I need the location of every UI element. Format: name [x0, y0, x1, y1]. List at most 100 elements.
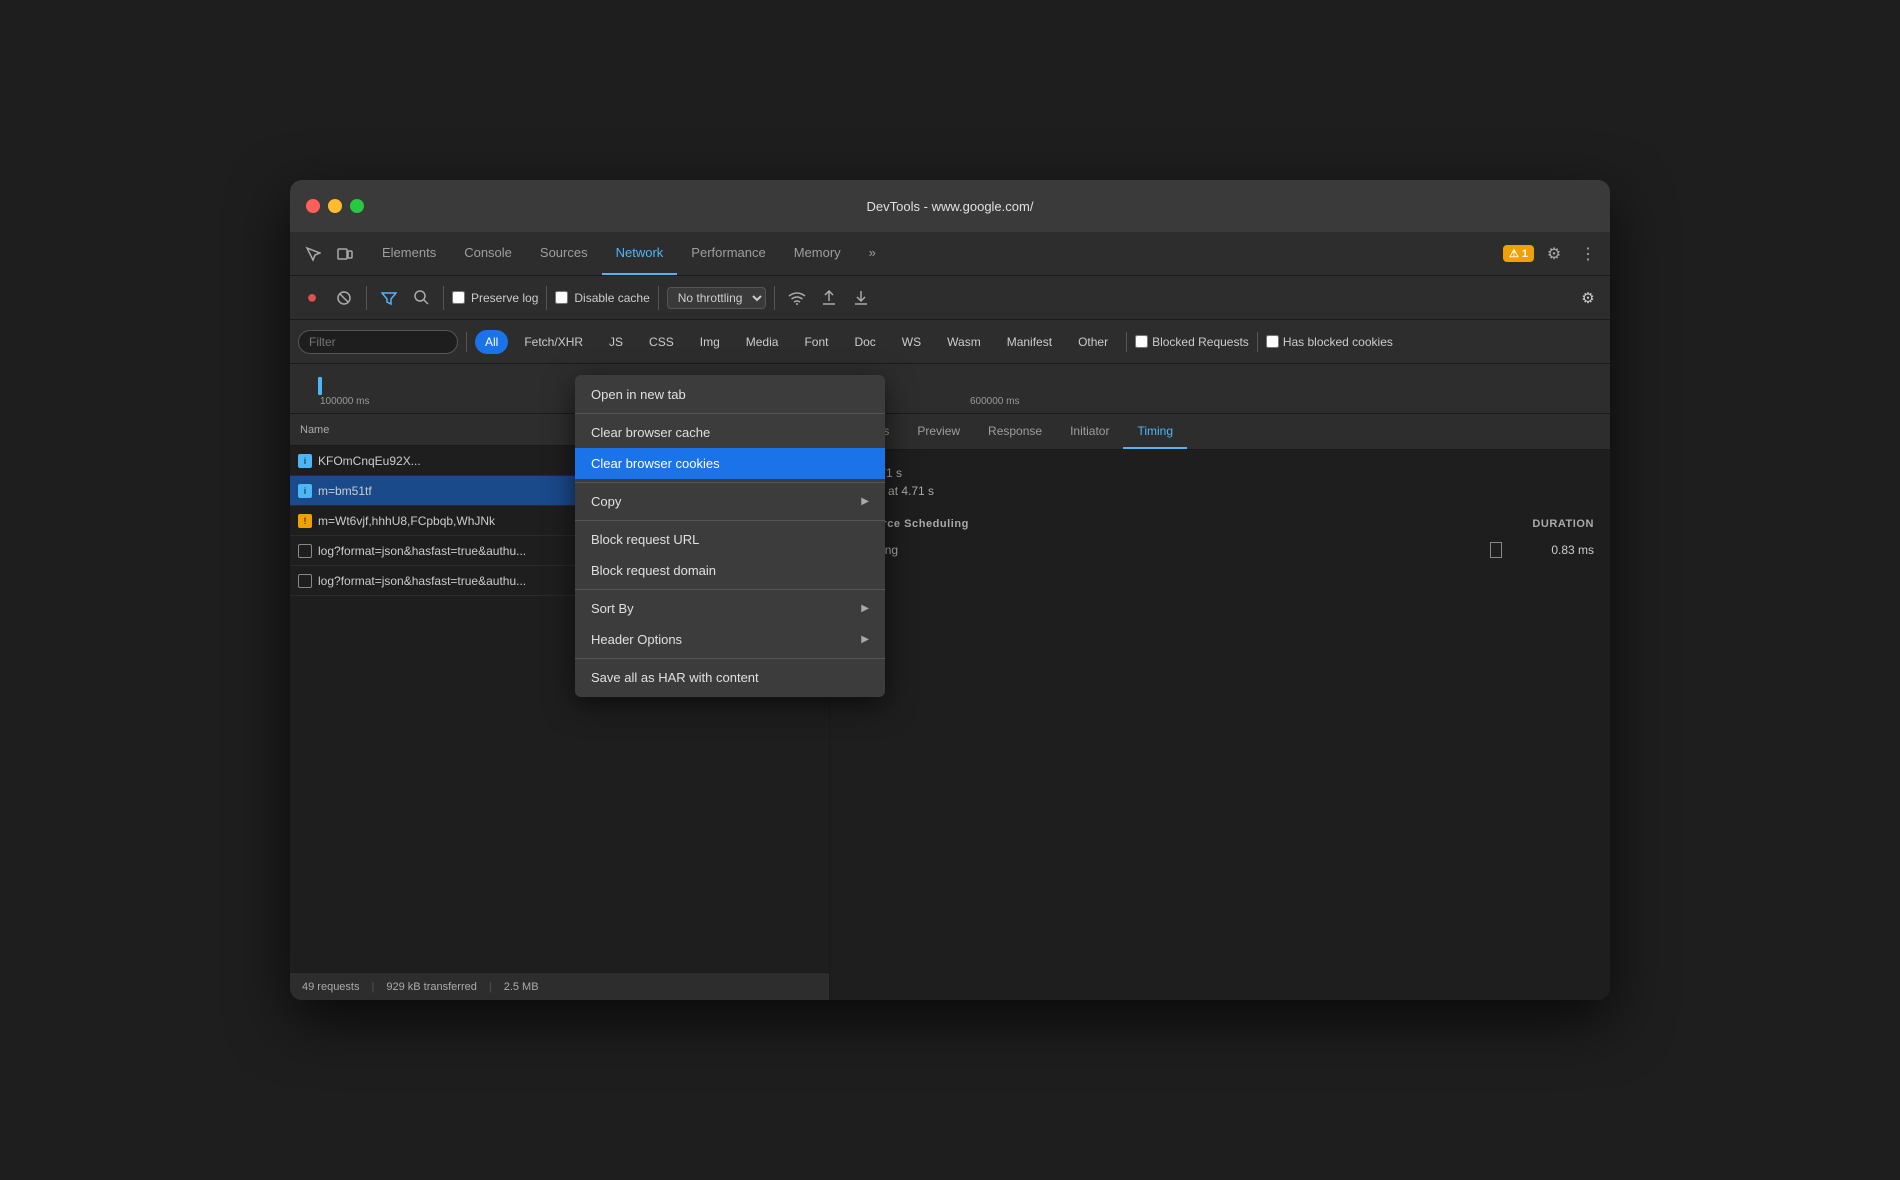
split-pane: Name i KFOmCnqEu92X... i m=bm51tf ! m=Wt… — [290, 414, 1610, 1000]
transferred-size: 929 kB transferred — [386, 981, 477, 993]
tabbar-right: ⚠ 1 ⚙ ⋮ — [1503, 232, 1602, 275]
cm-save-har[interactable]: Save all as HAR with content — [575, 662, 885, 693]
traffic-lights — [306, 199, 364, 213]
filter-sep-2 — [1126, 332, 1127, 352]
record-button[interactable]: ● — [298, 284, 326, 312]
main-tabs: Elements Console Sources Network Perform… — [368, 232, 1503, 275]
preserve-log-label[interactable]: Preserve log — [452, 291, 538, 305]
req-icon-3: ! — [298, 514, 312, 528]
download-icon[interactable] — [847, 284, 875, 312]
cm-sep-5 — [575, 658, 885, 659]
search-icon[interactable] — [407, 284, 435, 312]
disable-cache-label[interactable]: Disable cache — [555, 291, 649, 305]
tab-more[interactable]: » — [855, 232, 890, 275]
timeline-marker-1: 100000 ms — [320, 396, 369, 407]
filter-manifest[interactable]: Manifest — [997, 330, 1062, 354]
req-icon-2: i — [298, 484, 312, 498]
disable-cache-checkbox[interactable] — [555, 291, 568, 304]
req-icon-1: i — [298, 454, 312, 468]
cm-clear-cache[interactable]: Clear browser cache — [575, 417, 885, 448]
started-at-2: Started at 4.71 s — [846, 484, 1594, 498]
toolbar-sep-1 — [366, 286, 367, 310]
tab-sources[interactable]: Sources — [526, 232, 602, 275]
tab-elements[interactable]: Elements — [368, 232, 450, 275]
tab-console[interactable]: Console — [450, 232, 526, 275]
filter-font[interactable]: Font — [794, 330, 838, 354]
cm-sep-4 — [575, 589, 885, 590]
tab-performance[interactable]: Performance — [677, 232, 779, 275]
blocked-requests-container: Blocked Requests — [1135, 335, 1249, 349]
filter-img[interactable]: Img — [690, 330, 730, 354]
timeline: 100000 ms 400000 ms 500000 ms 600000 ms — [290, 364, 1610, 414]
cm-sep-3 — [575, 520, 885, 521]
filter-js[interactable]: JS — [599, 330, 633, 354]
settings-icon[interactable]: ⚙ — [1540, 240, 1568, 268]
filter-sep-3 — [1257, 332, 1258, 352]
context-menu: Open in new tab Clear browser cache Clea… — [575, 375, 885, 697]
total-size: 2.5 MB — [504, 981, 539, 993]
filter-ws[interactable]: WS — [892, 330, 931, 354]
filter-input[interactable] — [298, 330, 458, 354]
filter-all[interactable]: All — [475, 330, 508, 354]
cm-header-options[interactable]: Header Options ▶ — [575, 624, 885, 655]
timeline-inner: 100000 ms 400000 ms 500000 ms 600000 ms — [290, 364, 1610, 413]
titlebar: DevTools - www.google.com/ — [290, 180, 1610, 232]
toolbar-sep-4 — [658, 286, 659, 310]
upload-icon[interactable] — [815, 284, 843, 312]
throttle-select[interactable]: No throttling — [667, 287, 766, 309]
settings-network-icon[interactable]: ⚙ — [1574, 284, 1602, 312]
device-icon[interactable] — [330, 239, 360, 269]
blocked-requests-label: Blocked Requests — [1152, 335, 1249, 349]
tab-response[interactable]: Response — [974, 414, 1056, 449]
filterbar: All Fetch/XHR JS CSS Img Media Font Doc … — [290, 320, 1610, 364]
wifi-icon[interactable] — [783, 284, 811, 312]
inspect-icon[interactable] — [298, 239, 328, 269]
blocked-requests-checkbox[interactable] — [1135, 335, 1148, 348]
tab-preview[interactable]: Preview — [903, 414, 974, 449]
tab-timing[interactable]: Timing — [1123, 414, 1187, 449]
preserve-log-checkbox[interactable] — [452, 291, 465, 304]
main-content: 100000 ms 400000 ms 500000 ms 600000 ms … — [290, 364, 1610, 1000]
cm-copy[interactable]: Copy ▶ — [575, 486, 885, 517]
tabbar: Elements Console Sources Network Perform… — [290, 232, 1610, 276]
filter-sep-1 — [466, 332, 467, 352]
cm-open-new-tab[interactable]: Open in new tab — [575, 379, 885, 410]
more-icon[interactable]: ⋮ — [1574, 240, 1602, 268]
warning-badge[interactable]: ⚠ 1 — [1503, 245, 1534, 262]
queueing-value: 0.83 ms — [1514, 543, 1594, 557]
badge-count: 1 — [1522, 248, 1528, 260]
filter-icon[interactable] — [375, 284, 403, 312]
tab-memory[interactable]: Memory — [780, 232, 855, 275]
has-blocked-label: Has blocked cookies — [1283, 335, 1393, 349]
filter-other[interactable]: Other — [1068, 330, 1118, 354]
filter-css[interactable]: CSS — [639, 330, 684, 354]
tab-network[interactable]: Network — [602, 232, 678, 275]
started-at-1: d at 4.71 s — [846, 466, 1594, 480]
detail-content: d at 4.71 s Started at 4.71 s Resource S… — [830, 450, 1610, 1000]
maximize-button[interactable] — [350, 199, 364, 213]
filter-media[interactable]: Media — [736, 330, 789, 354]
toolbar-sep-5 — [774, 286, 775, 310]
cm-sort-arrow: ▶ — [861, 603, 869, 614]
cm-clear-cookies[interactable]: Clear browser cookies — [575, 448, 885, 479]
filter-wasm[interactable]: Wasm — [937, 330, 991, 354]
tab-initiator[interactable]: Initiator — [1056, 414, 1123, 449]
timeline-bar — [318, 377, 322, 395]
cm-block-url[interactable]: Block request URL — [575, 524, 885, 555]
close-button[interactable] — [306, 199, 320, 213]
filter-doc[interactable]: Doc — [844, 330, 885, 354]
cm-copy-arrow: ▶ — [861, 496, 869, 507]
req-icon-5 — [298, 574, 312, 588]
clear-button[interactable] — [330, 284, 358, 312]
cm-sort-by[interactable]: Sort By ▶ — [575, 593, 885, 624]
tabbar-left-icons — [298, 232, 360, 275]
requests-count: 49 requests — [302, 981, 359, 993]
toolbar-sep-3 — [546, 286, 547, 310]
minimize-button[interactable] — [328, 199, 342, 213]
filter-fetch-xhr[interactable]: Fetch/XHR — [514, 330, 593, 354]
queueing-label: Queueing — [846, 543, 1478, 557]
cm-sep-1 — [575, 413, 885, 414]
queueing-row: Queueing 0.83 ms — [846, 538, 1594, 562]
has-blocked-checkbox[interactable] — [1266, 335, 1279, 348]
cm-block-domain[interactable]: Block request domain — [575, 555, 885, 586]
